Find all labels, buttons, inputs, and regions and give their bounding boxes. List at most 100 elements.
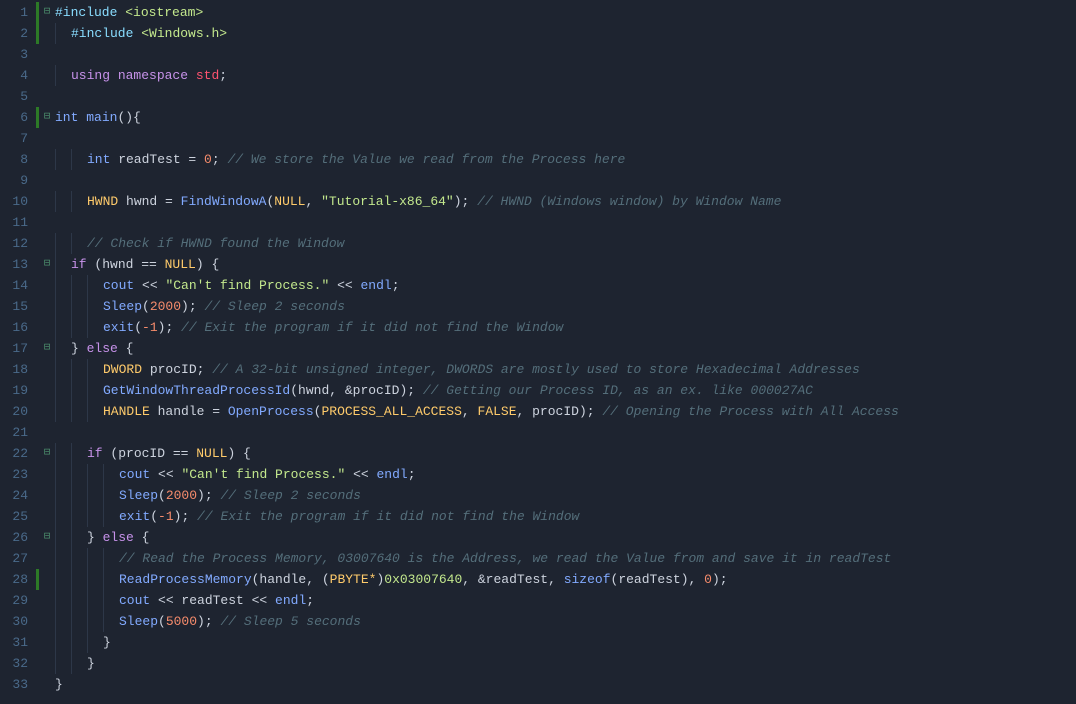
code-line: ⊟} else { [36,527,1076,548]
token-fn: Sleep [103,299,142,314]
indent-guide [103,506,119,527]
code-text: } [103,632,1076,653]
fold-icon[interactable]: ⊟ [39,338,55,359]
line-number: 13 [8,254,28,275]
token-str: "Tutorial-x86_64" [321,194,454,209]
token-plain: ( [150,509,158,524]
indent-guide [55,149,71,170]
indent-guide [87,506,103,527]
token-plain: ); [181,299,204,314]
token-plain: , [306,194,322,209]
token-fn: main [86,110,117,125]
fold-icon[interactable]: ⊟ [39,107,55,128]
token-macro: NULL [274,194,305,209]
token-plain: } [103,635,111,650]
indent-guide [55,464,71,485]
token-plain: { [134,530,150,545]
code-line: int readTest = 0; // We store the Value … [36,149,1076,170]
indent-guide [87,632,103,653]
code-text: int main(){ [55,107,1076,128]
code-text: using namespace std; [71,65,1076,86]
token-num: 2000 [150,299,181,314]
token-num: 5000 [166,614,197,629]
line-number: 10 [8,191,28,212]
indent-guide [55,569,71,590]
token-fn: endl [360,278,391,293]
token-fn: endl [376,467,407,482]
indent-guide [55,317,71,338]
indent-guide [55,359,71,380]
token-plain: } [55,677,63,692]
indent-guide [71,359,87,380]
token-macro: NULL [165,257,196,272]
fold-icon[interactable]: ⊟ [39,2,55,23]
code-content[interactable]: ⊟#include <iostream>#include <Windows.h>… [36,0,1076,704]
token-type: HWND [87,194,118,209]
line-number: 14 [8,275,28,296]
line-number: 30 [8,611,28,632]
token-cm: // Read the Process Memory, 03007640 is … [119,551,891,566]
indent-guide [55,443,71,464]
token-cm: // Sleep 5 seconds [220,614,360,629]
code-line [36,170,1076,191]
indent-guide [55,338,71,359]
line-numbers: 1234567891011121314151617181920212223242… [0,0,36,704]
token-pp: #include [55,5,117,20]
token-num: -1 [158,509,174,524]
indent-guide [87,275,103,296]
code-line: HWND hwnd = FindWindowA(NULL, "Tutorial-… [36,191,1076,212]
indent-guide [87,359,103,380]
code-line: } [36,632,1076,653]
code-line: Sleep(2000); // Sleep 2 seconds [36,296,1076,317]
token-plain: } [87,656,95,671]
token-plain: procID; [142,362,212,377]
code-line: ⊟ if (procID == NULL) { [36,443,1076,464]
indent-guide [103,569,119,590]
line-number: 4 [8,65,28,86]
indent-guide [71,233,87,254]
code-line: using namespace std; [36,65,1076,86]
code-line [36,86,1076,107]
indent-guide [55,506,71,527]
token-cm: // Sleep 2 seconds [204,299,344,314]
indent-guide [103,611,119,632]
code-text: } [55,674,1076,695]
token-cm: // Exit the program if it did not find t… [181,320,563,335]
code-text: Sleep(2000); // Sleep 2 seconds [119,485,1076,506]
token-num: -1 [142,320,158,335]
code-text: // Check if HWND found the Window [87,233,1076,254]
token-plain: (handle, ( [252,572,330,587]
code-text [55,170,1076,191]
token-kw: if [87,446,103,461]
indent-guide [87,485,103,506]
fold-icon[interactable]: ⊟ [39,254,55,275]
token-ns: std [196,68,219,83]
code-line: } [36,653,1076,674]
indent-guide [71,590,87,611]
token-plain: ); [712,572,728,587]
token-fn: cout [103,278,134,293]
indent-guide [71,611,87,632]
fold-icon[interactable]: ⊟ [39,443,55,464]
indent-guide [55,653,71,674]
token-plain: { [118,341,134,356]
code-text: HWND hwnd = FindWindowA(NULL, "Tutorial-… [87,191,1076,212]
token-fn: exit [119,509,150,524]
token-cm: // A 32-bit unsigned integer, DWORDS are… [212,362,860,377]
code-text: HANDLE handle = OpenProcess(PROCESS_ALL_… [103,401,1076,422]
token-str: "Can't find Process." [181,467,345,482]
line-number: 23 [8,464,28,485]
code-text: exit(-1); // Exit the program if it did … [119,506,1076,527]
token-plain: ); [158,320,181,335]
code-text: DWORD procID; // A 32-bit unsigned integ… [103,359,1076,380]
indent-guide [71,443,87,464]
token-fn: Sleep [119,488,158,503]
line-number: 22 [8,443,28,464]
fold-icon[interactable]: ⊟ [39,527,55,548]
code-line: exit(-1); // Exit the program if it did … [36,506,1076,527]
token-plain: , procID); [517,404,603,419]
code-line: // Check if HWND found the Window [36,233,1076,254]
code-text: if (procID == NULL) { [87,443,1076,464]
token-plain: hwnd = [118,194,180,209]
indent-guide [55,296,71,317]
